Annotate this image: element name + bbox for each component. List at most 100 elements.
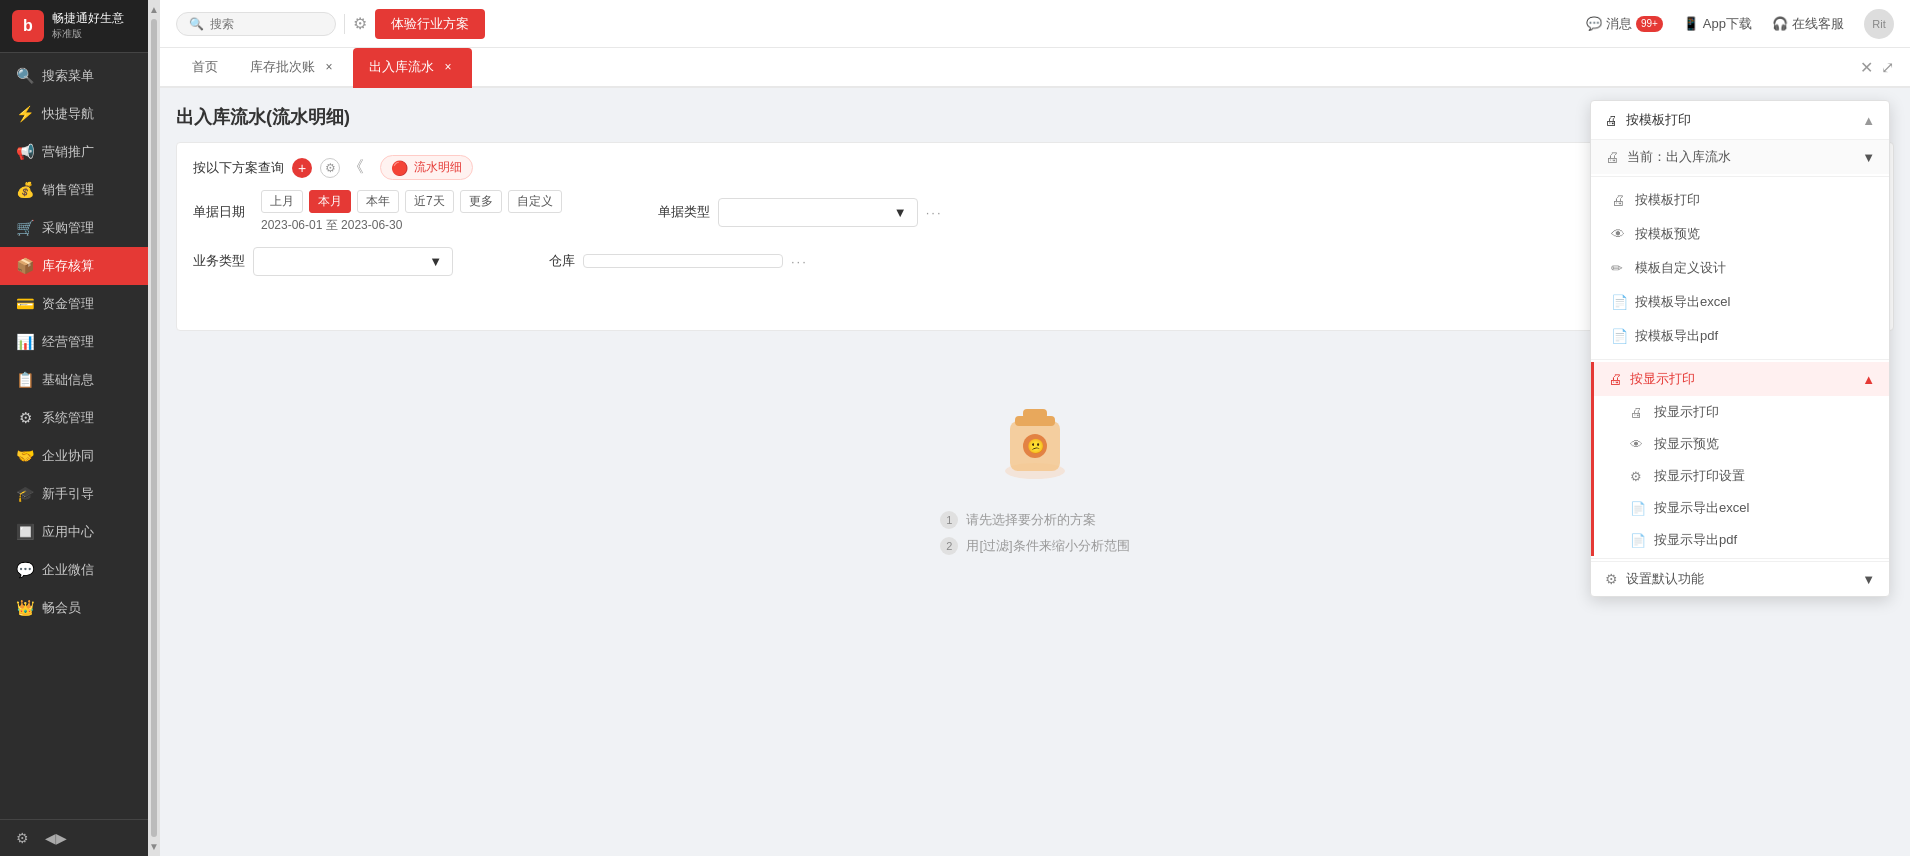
dropdown-template-custom[interactable]: ✏ 模板自定义设计 xyxy=(1591,251,1889,285)
this-year-btn[interactable]: 本年 xyxy=(357,190,399,213)
app-download-btn[interactable]: 📱 App下载 xyxy=(1683,15,1752,33)
active-filter-tag[interactable]: 🔴 流水明细 xyxy=(380,155,473,180)
sidebar-item-enterprise[interactable]: 🤝 企业协同 xyxy=(0,437,148,475)
more-btn[interactable]: 更多 xyxy=(460,190,502,213)
topbar-gear-icon[interactable]: ⚙ xyxy=(353,14,367,33)
dropdown-display-preview[interactable]: 👁 按显示预览 xyxy=(1594,428,1889,460)
doc-type-select[interactable]: ▼ xyxy=(718,198,918,227)
sidebar-item-search[interactable]: 🔍 搜索菜单 xyxy=(0,57,148,95)
sidebar-item-operations[interactable]: 📊 经营管理 xyxy=(0,323,148,361)
tab-inout-flow-label: 出入库流水 xyxy=(369,58,434,76)
business-type-select[interactable]: ▼ xyxy=(253,247,453,276)
tab-home[interactable]: 首页 xyxy=(176,48,234,88)
sidebar-item-member[interactable]: 👑 畅会员 xyxy=(0,589,148,627)
tab-home-label: 首页 xyxy=(192,58,218,76)
scroll-down-arrow[interactable]: ▼ xyxy=(149,841,159,852)
topbar-search-icon: 🔍 xyxy=(189,17,204,31)
dropdown-footer[interactable]: ⚙ 设置默认功能 ▼ xyxy=(1591,561,1889,596)
warehouse-select[interactable] xyxy=(583,254,783,268)
step-1-num: 1 xyxy=(940,511,958,529)
date-range-display: 2023-06-01 至 2023-06-30 xyxy=(261,217,562,234)
sidebar-item-marketing[interactable]: 📢 营销推广 xyxy=(0,133,148,171)
dropdown-template-export-pdf[interactable]: 📄 按模板导出pdf xyxy=(1591,319,1889,353)
sidebar-item-app-center[interactable]: 🔲 应用中心 xyxy=(0,513,148,551)
current-item-chevron[interactable]: ▼ xyxy=(1862,150,1875,165)
custom-btn[interactable]: 自定义 xyxy=(508,190,562,213)
warehouse-label: 仓库 xyxy=(549,252,575,270)
tab-batch-account[interactable]: 库存批次账 × xyxy=(234,48,353,88)
sidebar-scrollbar[interactable]: ▲ ▼ xyxy=(148,0,160,856)
online-service-btn[interactable]: 🎧 在线客服 xyxy=(1772,15,1844,33)
doc-type-more-btn[interactable]: ··· xyxy=(926,205,943,220)
dropdown-header: 🖨 按模板打印 ▲ xyxy=(1591,101,1889,140)
operations-icon: 📊 xyxy=(16,333,34,351)
message-btn[interactable]: 💬 消息 99+ xyxy=(1586,15,1663,33)
sidebar-collapse-btn[interactable]: ◀▶ xyxy=(45,830,67,846)
sidebar-item-inventory[interactable]: 📦 库存核算 xyxy=(0,247,148,285)
sidebar-item-label: 新手引导 xyxy=(42,485,94,503)
topbar: 🔍 ⚙ 体验行业方案 💬 消息 99+ 📱 App下载 🎧 在线客服 Rit xyxy=(160,0,1910,48)
sidebar-item-purchase[interactable]: 🛒 采购管理 xyxy=(0,209,148,247)
dropdown-template-custom-icon: ✏ xyxy=(1611,260,1627,276)
sidebar-item-label: 搜索菜单 xyxy=(42,67,94,85)
sidebar-item-label: 应用中心 xyxy=(42,523,94,541)
dropdown-divider-1 xyxy=(1591,176,1889,177)
dropdown-template-preview[interactable]: 👁 按模板预览 xyxy=(1591,217,1889,251)
dropdown-template-export-excel-label: 按模板导出excel xyxy=(1635,293,1730,311)
filter-tag-icon: 🔴 xyxy=(391,160,408,176)
topbar-search-box[interactable]: 🔍 xyxy=(176,12,336,36)
last-month-btn[interactable]: 上月 xyxy=(261,190,303,213)
dropdown-chevron-icon[interactable]: ▲ xyxy=(1862,113,1875,128)
this-month-btn[interactable]: 本月 xyxy=(309,190,351,213)
doc-type-filter: 单据类型 ▼ ··· xyxy=(658,198,943,227)
dropdown-template-export-excel[interactable]: 📄 按模板导出excel xyxy=(1591,285,1889,319)
sidebar-item-label: 采购管理 xyxy=(42,219,94,237)
maximize-window-btn[interactable]: ⤢ xyxy=(1881,58,1894,77)
wechat-icon: 💬 xyxy=(16,561,34,579)
last-7-btn[interactable]: 近7天 xyxy=(405,190,454,213)
tab-inout-flow-close[interactable]: × xyxy=(440,59,456,75)
topbar-right: 💬 消息 99+ 📱 App下载 🎧 在线客服 Rit xyxy=(1586,9,1894,39)
sidebar-item-basic-info[interactable]: 📋 基础信息 xyxy=(0,361,148,399)
basic-info-icon: 📋 xyxy=(16,371,34,389)
message-label: 消息 xyxy=(1606,15,1632,33)
scroll-thumb xyxy=(151,19,157,837)
app-download-label: App下载 xyxy=(1703,15,1752,33)
message-icon: 💬 xyxy=(1586,16,1602,31)
tab-inout-flow[interactable]: 出入库流水 × xyxy=(353,48,472,88)
sidebar-settings-btn[interactable]: ⚙ xyxy=(16,830,29,846)
dropdown-display-print[interactable]: 🖨 按显示打印 xyxy=(1594,396,1889,428)
display-print-group: 🖨 按显示打印 ▲ 🖨 按显示打印 👁 按显示预览 ⚙ 按显示打印设置 📄 按显… xyxy=(1591,362,1889,556)
empty-step-1: 1 请先选择要分析的方案 xyxy=(940,511,1129,529)
dropdown-display-export-excel[interactable]: 📄 按显示导出excel xyxy=(1594,492,1889,524)
sidebar-item-finance[interactable]: 💳 资金管理 xyxy=(0,285,148,323)
dropdown-display-export-pdf[interactable]: 📄 按显示导出pdf xyxy=(1594,524,1889,556)
close-window-btn[interactable]: ✕ xyxy=(1860,58,1873,77)
user-menu-btn[interactable]: Rit xyxy=(1864,9,1894,39)
filter-settings-icon-btn[interactable]: ⚙ xyxy=(320,158,340,178)
industry-btn[interactable]: 体验行业方案 xyxy=(375,9,485,39)
sidebar-nav: 🔍 搜索菜单 ⚡ 快捷导航 📢 营销推广 💰 销售管理 🛒 采购管理 📦 库存核… xyxy=(0,53,148,819)
business-type-filter: 业务类型 ▼ xyxy=(193,247,453,276)
filter-add-btn[interactable]: + xyxy=(292,158,312,178)
dropdown-display-print-settings[interactable]: ⚙ 按显示打印设置 xyxy=(1594,460,1889,492)
date-field-label: 单据日期 xyxy=(193,203,245,221)
display-print-group-header[interactable]: 🖨 按显示打印 ▲ xyxy=(1594,362,1889,396)
filter-collapse-btn[interactable]: 《 xyxy=(348,157,364,178)
sidebar-item-label: 资金管理 xyxy=(42,295,94,313)
display-print-label: 按显示打印 xyxy=(1654,403,1719,421)
dropdown-divider-2 xyxy=(1591,359,1889,360)
tab-batch-account-close[interactable]: × xyxy=(321,59,337,75)
dropdown-template-print[interactable]: 🖨 按模板打印 xyxy=(1591,183,1889,217)
scroll-up-arrow[interactable]: ▲ xyxy=(149,4,159,15)
sidebar-item-quick-nav[interactable]: ⚡ 快捷导航 xyxy=(0,95,148,133)
sidebar-item-wechat[interactable]: 💬 企业微信 xyxy=(0,551,148,589)
sidebar-item-guide[interactable]: 🎓 新手引导 xyxy=(0,475,148,513)
sidebar-item-sales[interactable]: 💰 销售管理 xyxy=(0,171,148,209)
system-icon: ⚙ xyxy=(16,409,34,427)
topbar-search-input[interactable] xyxy=(210,17,323,31)
sidebar-item-label: 营销推广 xyxy=(42,143,94,161)
warehouse-more-btn[interactable]: ··· xyxy=(791,254,808,269)
dropdown-template-excel-icon: 📄 xyxy=(1611,294,1627,310)
sidebar-item-system[interactable]: ⚙ 系统管理 xyxy=(0,399,148,437)
